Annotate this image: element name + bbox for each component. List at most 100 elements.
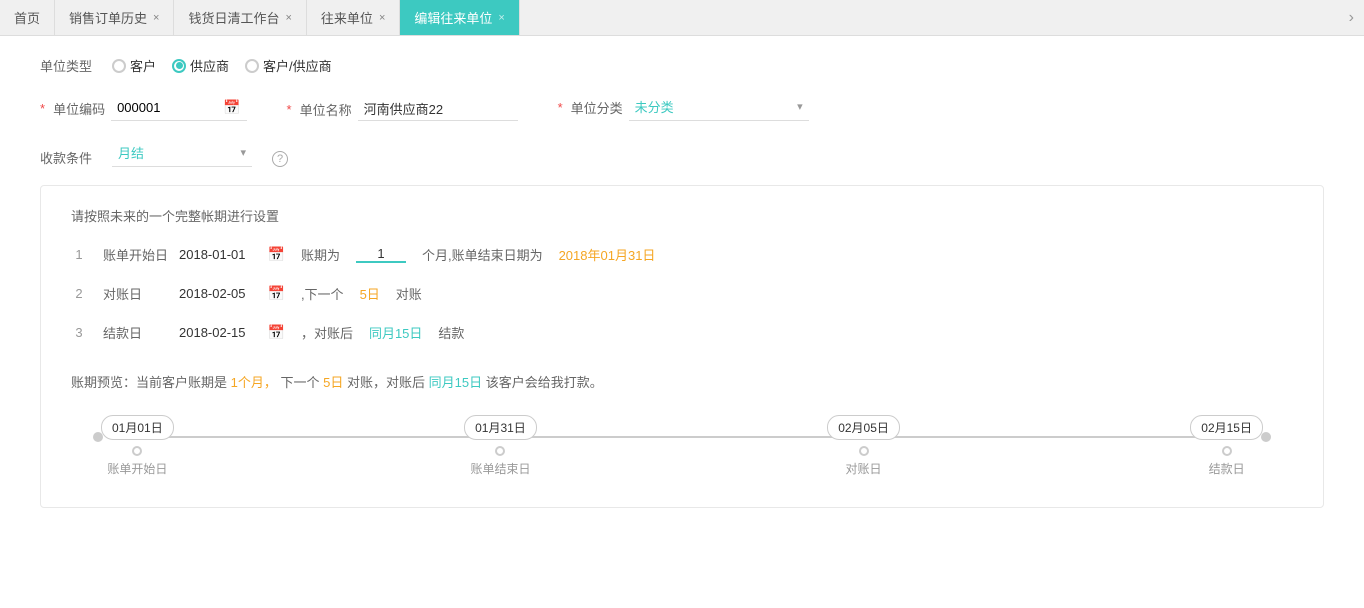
payment-terms-chevron-icon: ▾: [240, 146, 246, 159]
date-display-1: 2018-01-01: [179, 247, 246, 262]
unit-code-label: 单位编码: [53, 99, 105, 118]
preview-highlight-3: 同月15日: [429, 375, 482, 390]
tab-cash-work[interactable]: 钱货日清工作台 ×: [174, 0, 306, 35]
radio-customer-label: 客户: [130, 56, 156, 75]
row-label-1: 账单开始日: [103, 245, 163, 264]
reconcile-day-highlight: 5日: [360, 284, 380, 303]
preview-label: 账期预览：当前客户账期是: [71, 375, 227, 390]
timeline-points: 01月01日 账单开始日 01月31日 账单结束日 02月05日 对账: [91, 415, 1273, 477]
unit-code-field-group: * 单位编码 📅: [40, 95, 247, 121]
payment-terms-select[interactable]: 月结 ▾: [112, 139, 252, 167]
radio-customer[interactable]: 客户: [112, 56, 156, 75]
timeline-container: 01月01日 账单开始日 01月31日 账单结束日 02月05日 对账: [71, 415, 1293, 477]
radio-supplier[interactable]: 供应商: [172, 56, 229, 75]
unit-name-label: 单位名称: [300, 100, 352, 119]
timeline-point-4: 02月15日 结款日: [1190, 415, 1263, 477]
preview-section: 账期预览：当前客户账期是 1个月， 下一个 5日 对账，对账后 同月15日 该客…: [71, 362, 1293, 487]
main-content: 单位类型 客户 供应商 客户/供应商 * 单位编码 📅: [0, 36, 1364, 608]
row-num-3: 3: [71, 325, 87, 340]
calendar-icon-3[interactable]: 📅: [268, 324, 285, 341]
unit-info-row: * 单位编码 📅 * 单位名称 * 单位分类 未分类 ▾: [40, 93, 1324, 121]
unit-category-value: 未分类: [635, 97, 791, 116]
preview-highlight-2: 5日: [323, 375, 343, 390]
unit-code-icon[interactable]: 📅: [223, 99, 240, 116]
unit-code-input[interactable]: [117, 100, 217, 115]
setting-box-title: 请按照未来的一个完整帐期进行设置: [71, 206, 1293, 225]
end-date-highlight: 2018年01月31日: [559, 245, 656, 264]
unit-type-radio-group: 客户 供应商 客户/供应商: [112, 56, 332, 75]
timeline-point-1: 01月01日 账单开始日: [101, 415, 174, 477]
tab-home[interactable]: 首页: [0, 0, 55, 35]
close-edit-partner-icon[interactable]: ×: [498, 12, 504, 24]
unit-category-field-group: * 单位分类 未分类 ▾: [558, 93, 809, 121]
close-partner-icon[interactable]: ×: [379, 12, 385, 24]
radio-supplier-label: 供应商: [190, 56, 229, 75]
date-display-3: 2018-02-15: [179, 325, 246, 340]
tab-partner[interactable]: 往来单位 ×: [307, 0, 400, 35]
calendar-icon-1[interactable]: 📅: [268, 246, 285, 263]
unit-code-star: *: [40, 101, 45, 116]
setting-row-3: 3 结款日 2018-02-15 📅 ，对账后 同月15日 结款: [71, 323, 1293, 342]
timeline-line: [111, 436, 1253, 438]
setting-row-2: 2 对账日 2018-02-05 📅 ,下一个 5日 对账: [71, 284, 1293, 303]
row-label-3: 结款日: [103, 323, 163, 342]
payment-terms-value: 月结: [118, 143, 234, 162]
timeline-label-1: 账单开始日: [107, 460, 167, 477]
desc-2-post: 对账: [396, 284, 422, 303]
close-sales-history-icon[interactable]: ×: [153, 12, 159, 24]
timeline-badge-4: 02月15日: [1190, 415, 1263, 440]
desc-3-pre: ，对账后: [301, 323, 353, 342]
row-num-1: 1: [71, 247, 87, 262]
radio-customer-supplier-circle: [245, 59, 259, 73]
unit-category-label: 单位分类: [571, 98, 623, 117]
timeline-badge-2: 01月31日: [464, 415, 537, 440]
payment-terms-label: 收款条件: [40, 148, 92, 167]
row-num-2: 2: [71, 286, 87, 301]
tab-expand-button[interactable]: ›: [1339, 0, 1364, 35]
timeline-dot-2: [495, 446, 505, 456]
close-cash-work-icon[interactable]: ×: [285, 12, 291, 24]
unit-category-star: *: [558, 100, 563, 115]
timeline-point-3: 02月05日 对账日: [827, 415, 900, 477]
timeline-point-2: 01月31日 账单结束日: [464, 415, 537, 477]
setting-box: 请按照未来的一个完整帐期进行设置 1 账单开始日 2018-01-01 📅 账期…: [40, 185, 1324, 508]
row-label-2: 对账日: [103, 284, 163, 303]
radio-customer-supplier[interactable]: 客户/供应商: [245, 56, 332, 75]
timeline-label-3: 对账日: [846, 460, 882, 477]
timeline-dot-1: [132, 446, 142, 456]
radio-customer-supplier-label: 客户/供应商: [263, 56, 332, 75]
radio-supplier-circle: [172, 59, 186, 73]
calendar-icon-2[interactable]: 📅: [268, 285, 285, 302]
unit-name-input[interactable]: [358, 97, 518, 121]
tab-partner-label: 往来单位: [321, 8, 373, 27]
unit-name-star: *: [287, 102, 292, 117]
preview-text: 账期预览：当前客户账期是 1个月， 下一个 5日 对账，对账后 同月15日 该客…: [71, 372, 1293, 391]
desc-1-pre: 账期为: [301, 245, 340, 264]
setting-row-1: 1 账单开始日 2018-01-01 📅 账期为 个月,账单结束日期为 2018…: [71, 245, 1293, 264]
timeline-badge-3: 02月05日: [827, 415, 900, 440]
radio-customer-circle: [112, 59, 126, 73]
timeline-label-2: 账单结束日: [470, 460, 530, 477]
tab-sales-history[interactable]: 销售订单历史 ×: [55, 0, 174, 35]
tab-edit-partner[interactable]: 编辑往来单位 ×: [400, 0, 519, 35]
preview-post: 该客户会给我打款。: [486, 375, 603, 390]
desc-1-post: 个月,账单结束日期为: [422, 245, 543, 264]
tab-bar: 首页 销售订单历史 × 钱货日清工作台 × 往来单位 × 编辑往来单位 × ›: [0, 0, 1364, 36]
timeline-badge-1: 01月01日: [101, 415, 174, 440]
date-display-2: 2018-02-05: [179, 286, 246, 301]
desc-2-pre: ,下一个: [301, 284, 344, 303]
unit-type-row: 单位类型 客户 供应商 客户/供应商: [40, 56, 1324, 75]
preview-mid2: 对账，对账后: [347, 375, 425, 390]
timeline-label-4: 结款日: [1209, 460, 1245, 477]
tab-sales-history-label: 销售订单历史: [69, 8, 147, 27]
unit-category-select[interactable]: 未分类 ▾: [629, 93, 809, 121]
tab-home-label: 首页: [14, 8, 40, 27]
payment-day-highlight: 同月15日: [369, 323, 422, 342]
tab-cash-work-label: 钱货日清工作台: [188, 8, 279, 27]
month-input[interactable]: [356, 246, 406, 263]
unit-type-label: 单位类型: [40, 56, 92, 75]
unit-name-field-group: * 单位名称: [287, 97, 518, 121]
expand-icon: ›: [1349, 9, 1354, 27]
payment-terms-help-icon[interactable]: ?: [272, 151, 288, 167]
preview-mid: 下一个: [281, 375, 320, 390]
